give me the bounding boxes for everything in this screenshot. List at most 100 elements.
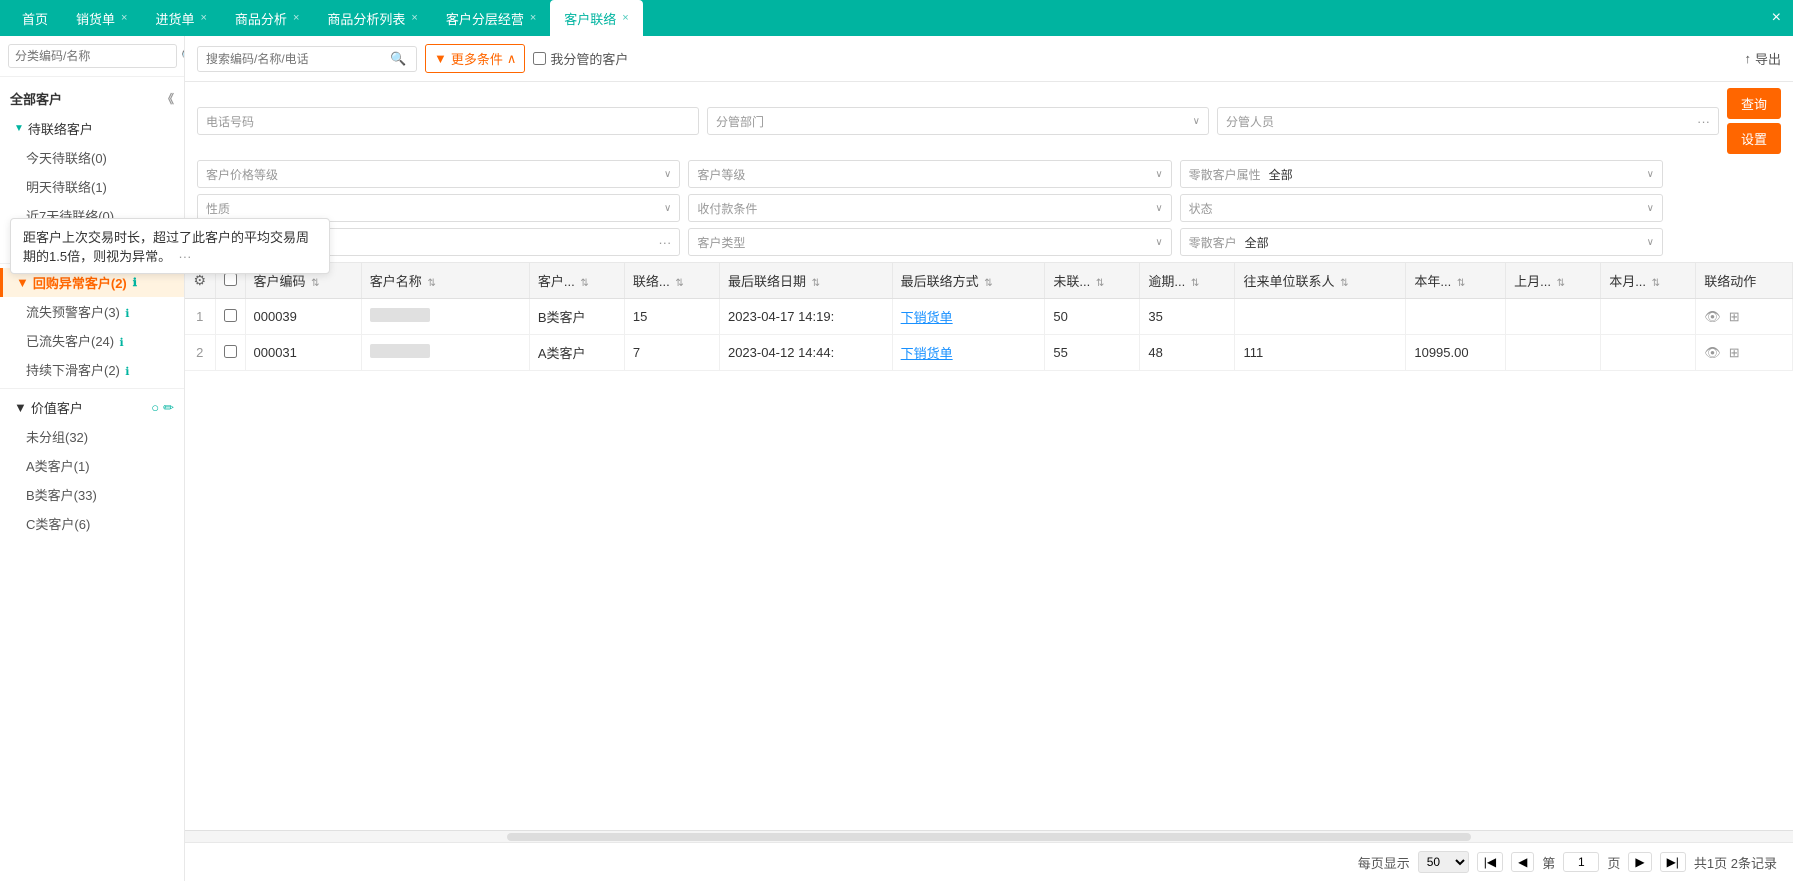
row1-link-icon[interactable]: ⊞ xyxy=(1729,309,1740,325)
settings-button[interactable]: 设置 xyxy=(1727,123,1781,154)
sidebar-item-tomorrow[interactable]: 明天待联络(1) xyxy=(0,172,184,201)
arrow-down-icon: ▼ xyxy=(14,123,24,134)
row2-eye-icon[interactable]: 👁 xyxy=(1704,345,1721,361)
more-conditions-btn[interactable]: ▼ 更多条件 ∧ xyxy=(425,44,525,73)
department-field[interactable]: 分管部门 ∨ xyxy=(707,107,1209,135)
nav-item-product-list[interactable]: 商品分析列表 × xyxy=(313,0,431,36)
extra-dots-icon: ··· xyxy=(658,235,671,250)
sort-icon-uncontacted[interactable]: ⇅ xyxy=(1096,278,1104,289)
retail-customer-field[interactable]: 零散客户 全部 ∨ xyxy=(1180,228,1663,256)
sidebar-group-pending[interactable]: ▼ 待联络客户 xyxy=(0,114,184,143)
row1-last-month xyxy=(1506,299,1601,335)
tooltip-more[interactable]: ··· xyxy=(185,249,191,264)
sidebar-item-unclassified[interactable]: 未分组(32) xyxy=(0,422,184,451)
row2-link-icon[interactable]: ⊞ xyxy=(1729,345,1740,361)
sidebar-item-declining[interactable]: 持续下滑客户(2) ℹ xyxy=(0,355,184,384)
chevron-down-icon: ∨ xyxy=(1193,116,1200,127)
close-product-list-tab[interactable]: × xyxy=(411,12,417,24)
row2-name-masked xyxy=(370,344,430,358)
close-sales-tab[interactable]: × xyxy=(121,12,127,24)
sort-icon-lastmethod[interactable]: ⇅ xyxy=(984,278,992,289)
sort-icon-lastdate[interactable]: ⇅ xyxy=(812,278,820,289)
manager-field[interactable]: 分管人员 ··· xyxy=(1217,107,1719,135)
sidebar-collapse-btn[interactable]: 《 xyxy=(162,90,174,107)
row2-action-icons: 👁 ⊞ xyxy=(1704,345,1784,361)
sort-icon-thismonth[interactable]: ⇅ xyxy=(1652,278,1660,289)
sidebar-item-lost[interactable]: 已流失客户(24) ℹ xyxy=(0,326,184,355)
arrow-down-icon2: ▼ xyxy=(14,400,27,415)
nav-item-purchase[interactable]: 进货单 × xyxy=(141,0,220,36)
retail-attr-field[interactable]: 零散客户属性 全部 ∨ xyxy=(1180,160,1663,188)
sort-icon-overdue[interactable]: ⇅ xyxy=(1191,278,1199,289)
sort-icon-code[interactable]: ⇅ xyxy=(311,278,319,289)
close-customer-contact-tab[interactable]: × xyxy=(622,12,628,24)
price-level-field[interactable]: 客户价格等级 ∨ xyxy=(197,160,680,188)
scroll-thumb[interactable] xyxy=(507,833,1472,841)
customer-type-field[interactable]: 客户类型 ∨ xyxy=(688,228,1171,256)
sort-icon-contact2[interactable]: ⇅ xyxy=(1340,278,1348,289)
nav-item-product-analysis[interactable]: 商品分析 × xyxy=(221,0,313,36)
row2-action: 👁 ⊞ xyxy=(1696,335,1793,371)
sidebar-item-c-class[interactable]: C类客户(6) xyxy=(0,509,184,538)
sort-icon-name[interactable]: ⇅ xyxy=(427,278,435,289)
prev-page-btn[interactable]: ◀ xyxy=(1511,852,1534,872)
circle-icon[interactable]: ○ xyxy=(151,400,159,416)
row2-name xyxy=(361,335,529,371)
phone-field[interactable]: 电话号码 xyxy=(197,107,699,135)
first-page-btn[interactable]: |◀ xyxy=(1477,852,1503,872)
sidebar-item-loss-warning[interactable]: 流失预警客户(3) ℹ xyxy=(0,297,184,326)
row1-contact2 xyxy=(1235,299,1406,335)
sidebar-item-today[interactable]: 今天待联络(0) xyxy=(0,143,184,172)
edit-icon[interactable]: ✏ xyxy=(163,400,174,416)
row2-checkbox xyxy=(215,335,245,371)
page-label: 第 xyxy=(1542,853,1555,872)
row1-eye-icon[interactable]: 👁 xyxy=(1704,309,1721,325)
sidebar-item-b-class[interactable]: B类客户(33) xyxy=(0,480,184,509)
sort-icon-contact[interactable]: ⇅ xyxy=(675,278,683,289)
last-page-btn[interactable]: ▶| xyxy=(1660,852,1686,872)
sort-icon-thisyear[interactable]: ⇅ xyxy=(1457,278,1465,289)
export-button[interactable]: ↑ 导出 xyxy=(1744,49,1781,68)
th-uncontacted: 未联... ⇅ xyxy=(1045,263,1140,299)
next-page-btn[interactable]: ▶ xyxy=(1628,852,1651,872)
close-customer-tier-tab[interactable]: × xyxy=(530,12,536,24)
divider2 xyxy=(0,388,184,389)
nav-item-home[interactable]: 首页 xyxy=(8,0,62,36)
select-all-checkbox[interactable] xyxy=(224,273,237,286)
my-customers-checkbox: 我分管的客户 xyxy=(533,49,628,68)
info-icon3: ℹ xyxy=(119,337,123,349)
sort-icon-lastmonth[interactable]: ⇅ xyxy=(1557,278,1565,289)
search-input[interactable] xyxy=(206,52,386,66)
page-number-input[interactable] xyxy=(1563,852,1599,872)
payment-condition-field[interactable]: 收付款条件 ∨ xyxy=(688,194,1171,222)
sidebar-search-input[interactable] xyxy=(8,44,177,68)
filter-icon: ▼ xyxy=(434,51,447,66)
status-field[interactable]: 状态 ∨ xyxy=(1180,194,1663,222)
sort-icon-type[interactable]: ⇅ xyxy=(580,278,588,289)
sidebar-item-a-class[interactable]: A类客户(1) xyxy=(0,451,184,480)
row2-uncontacted: 55 xyxy=(1045,335,1140,371)
close-purchase-tab[interactable]: × xyxy=(200,12,206,24)
chevron-down-icon9: ∨ xyxy=(1647,237,1654,248)
row2-select-checkbox[interactable] xyxy=(224,345,237,358)
nav-item-sales[interactable]: 销货单 × xyxy=(62,0,141,36)
query-button[interactable]: 查询 xyxy=(1727,88,1781,119)
my-customers-check[interactable] xyxy=(533,52,546,65)
horizontal-scrollbar[interactable] xyxy=(185,830,1793,842)
chevron-down-icon2: ∨ xyxy=(664,169,671,180)
table-gear-icon[interactable]: ⚙ xyxy=(193,272,206,288)
sidebar: 🔍 全部客户 《 ▼ 待联络客户 今天待联络(0) 明天待联络(1) 近7天待联… xyxy=(0,36,185,881)
nav-item-customer-contact[interactable]: 客户联络 × xyxy=(550,0,642,36)
sidebar-group-value[interactable]: ▼ 价值客户 ○ ✏ xyxy=(0,393,184,422)
row1-uncontacted: 50 xyxy=(1045,299,1140,335)
row1-this-month xyxy=(1601,299,1696,335)
customer-level-field[interactable]: 客户等级 ∨ xyxy=(688,160,1171,188)
chevron-down-icon8: ∨ xyxy=(1155,237,1162,248)
close-product-analysis-tab[interactable]: × xyxy=(293,12,299,24)
per-page-select[interactable]: 50 100 200 xyxy=(1418,851,1469,873)
close-all-tabs[interactable]: × xyxy=(1772,9,1781,27)
row1-select-checkbox[interactable] xyxy=(224,309,237,322)
sidebar-all-customers[interactable]: 全部客户 《 xyxy=(0,83,184,114)
nav-item-customer-tier[interactable]: 客户分层经营 × xyxy=(432,0,550,36)
action-buttons: 查询 设置 xyxy=(1727,88,1781,154)
